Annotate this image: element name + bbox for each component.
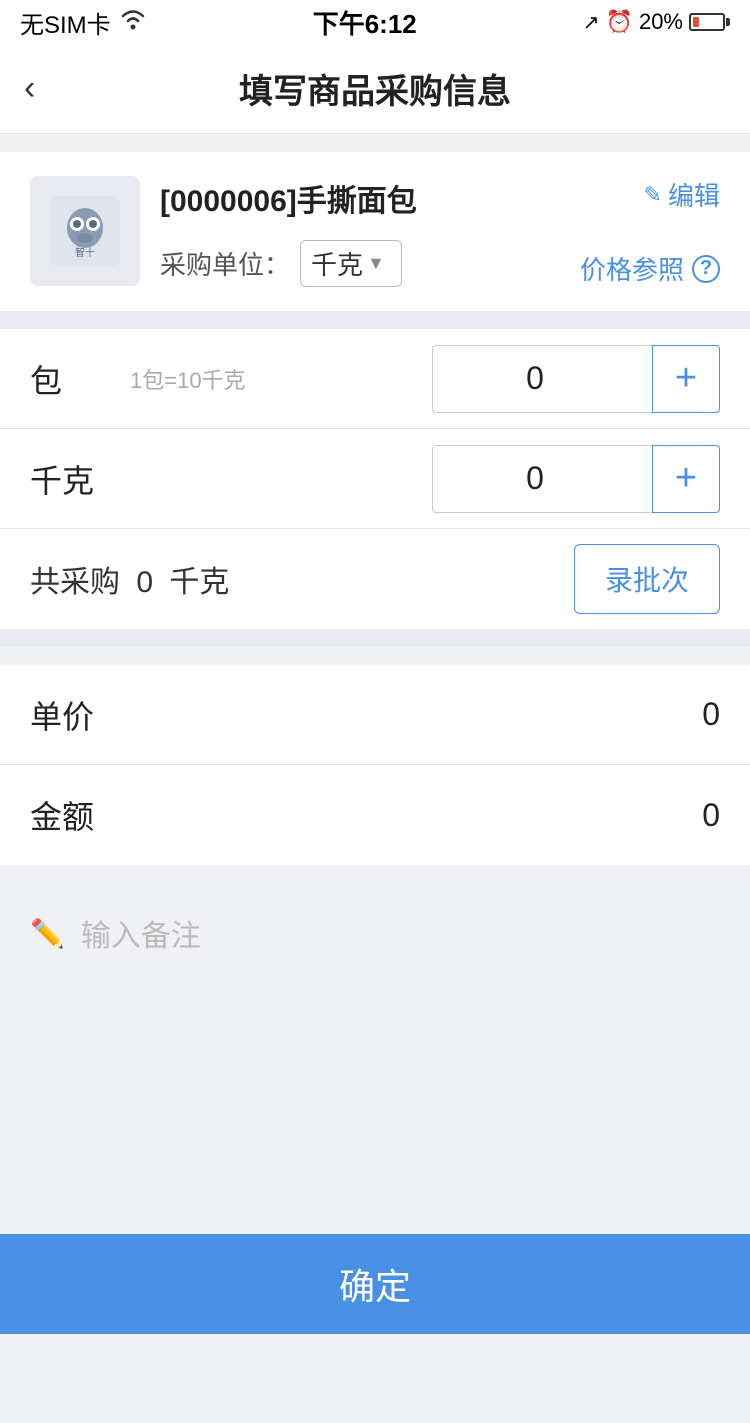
price-value: 0 xyxy=(702,696,720,733)
price-label: 单价 xyxy=(30,692,94,738)
amount-label: 金额 xyxy=(30,792,94,838)
unit-select[interactable]: 千克 ▼ xyxy=(300,240,402,287)
amount-value: 0 xyxy=(702,797,720,834)
location-icon: ↗ xyxy=(583,10,600,35)
unit-label: 采购单位： xyxy=(160,245,290,282)
summary-text: 共采购 0 千克 xyxy=(30,557,229,601)
battery-icon xyxy=(689,13,730,31)
edit-icon: ✎ xyxy=(644,182,662,208)
confirm-button[interactable]: 确定 xyxy=(0,1234,750,1334)
status-right: ↗ ⏰ 20% xyxy=(583,9,730,35)
divider-1 xyxy=(0,311,750,329)
unit-dropdown-arrow: ▼ xyxy=(367,253,385,274)
alarm-icon: ⏰ xyxy=(606,9,633,35)
bag-quantity-input[interactable] xyxy=(432,345,652,413)
kg-quantity-input[interactable] xyxy=(432,445,652,513)
bag-input-control: + xyxy=(432,345,720,413)
battery-percentage: 20% xyxy=(639,9,683,35)
back-button[interactable]: ‹ xyxy=(24,69,35,108)
info-icon: ? xyxy=(692,255,720,283)
kg-label: 千克 xyxy=(30,456,110,502)
kg-plus-button[interactable]: + xyxy=(652,445,720,513)
price-reference-button[interactable]: 价格参照 ? xyxy=(580,250,720,287)
product-image: 智十 xyxy=(30,176,140,286)
bag-sublabel: 1包=10千克 xyxy=(130,363,412,395)
divider-2 xyxy=(0,629,750,647)
wifi-icon xyxy=(119,8,147,37)
bag-plus-button[interactable]: + xyxy=(652,345,720,413)
edit-button[interactable]: ✎ 编辑 xyxy=(644,176,720,213)
product-name: [0000006]手撕面包 xyxy=(160,176,720,220)
detail-section: 单价 0 金额 0 xyxy=(0,665,750,865)
status-time: 下午6:12 xyxy=(313,4,417,41)
product-card: 智十 [0000006]手撕面包 采购单位： 千克 ▼ ✎ 编辑 价格参照 ? xyxy=(0,152,750,311)
notes-placeholder: 输入备注 xyxy=(81,911,201,955)
carrier-text: 无SIM卡 xyxy=(20,5,111,40)
batch-button[interactable]: 录批次 xyxy=(574,544,720,614)
status-bar: 无SIM卡 下午6:12 ↗ ⏰ 20% xyxy=(0,0,750,44)
price-row: 单价 0 xyxy=(0,665,750,765)
page-title: 填写商品采购信息 xyxy=(239,64,511,113)
status-left: 无SIM卡 xyxy=(20,5,147,40)
pencil-icon: ✏️ xyxy=(30,917,65,950)
notes-section[interactable]: ✏️ 输入备注 xyxy=(0,883,750,983)
input-section: 包 1包=10千克 + 千克 + 共采购 0 千克 录批次 xyxy=(0,329,750,629)
bag-label: 包 xyxy=(30,356,110,402)
summary-value: 0 xyxy=(136,566,153,599)
kg-input-row: 千克 + xyxy=(0,429,750,529)
kg-input-control: + xyxy=(432,445,720,513)
product-logo-icon: 智十 xyxy=(50,196,120,266)
amount-row: 金额 0 xyxy=(0,765,750,865)
bag-input-row: 包 1包=10千克 + xyxy=(0,329,750,429)
svg-text:智十: 智十 xyxy=(75,246,95,259)
nav-bar: ‹ 填写商品采购信息 xyxy=(0,44,750,134)
summary-row: 共采购 0 千克 录批次 xyxy=(0,529,750,629)
